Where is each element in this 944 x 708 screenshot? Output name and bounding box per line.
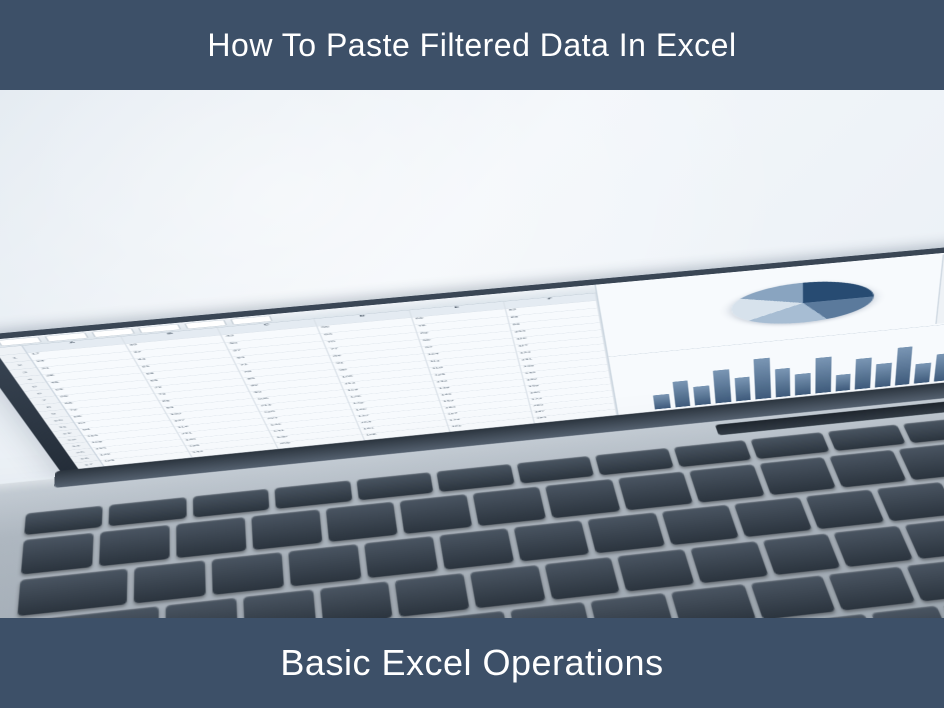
- key: [437, 464, 515, 492]
- key: [193, 489, 270, 518]
- key: [243, 589, 316, 618]
- title-banner: How To Paste Filtered Data In Excel: [0, 0, 944, 90]
- key: [617, 549, 694, 592]
- key: [871, 606, 944, 618]
- key: [876, 482, 944, 521]
- key: [166, 598, 238, 618]
- key: [762, 533, 841, 575]
- bar: [672, 380, 690, 407]
- bar: [835, 374, 851, 392]
- key: [617, 472, 692, 511]
- key: [750, 575, 836, 618]
- key: [673, 440, 751, 467]
- laptop-illustration: 123456789101112131415161718 ABCDEF173043…: [0, 90, 944, 618]
- key: [903, 417, 944, 443]
- key: [24, 506, 103, 535]
- key: [176, 517, 246, 558]
- key: [544, 557, 620, 600]
- key: [510, 602, 593, 618]
- bar: [734, 377, 751, 402]
- bar: [754, 358, 771, 399]
- key: [690, 541, 768, 583]
- key: [134, 560, 206, 603]
- key: [440, 528, 515, 570]
- key: [395, 573, 469, 617]
- key: [17, 568, 127, 616]
- key: [671, 584, 756, 618]
- key: [588, 512, 665, 553]
- key: [364, 536, 438, 578]
- key: [21, 533, 94, 575]
- key: [661, 505, 739, 545]
- hero-illustration: 123456789101112131415161718 ABCDEF173043…: [0, 90, 944, 618]
- key: [829, 450, 906, 488]
- bar: [875, 363, 892, 388]
- key: [898, 443, 944, 480]
- bar: [934, 353, 944, 381]
- key: [834, 526, 914, 567]
- pie-chart-graphic: [730, 276, 875, 329]
- key: [356, 472, 434, 500]
- key: [545, 479, 619, 518]
- key: [827, 424, 906, 451]
- key: [751, 432, 830, 459]
- bar: [894, 346, 912, 385]
- page-subtitle: Basic Excel Operations: [280, 642, 663, 684]
- key: [326, 502, 398, 542]
- key: [99, 525, 170, 566]
- key: [275, 480, 352, 509]
- key: [212, 552, 284, 595]
- bar: [775, 368, 791, 397]
- bar: [713, 369, 731, 403]
- bar: [653, 394, 670, 409]
- key: [470, 565, 545, 608]
- subtitle-banner: Basic Excel Operations: [0, 618, 944, 708]
- key: [109, 497, 186, 526]
- key: [319, 581, 393, 618]
- key: [289, 544, 362, 586]
- bar: [694, 385, 711, 405]
- key: [759, 457, 836, 495]
- key: [400, 494, 473, 534]
- key: [591, 593, 675, 618]
- bar: [855, 358, 872, 390]
- page-title: How To Paste Filtered Data In Excel: [207, 27, 736, 64]
- bar: [795, 373, 810, 395]
- key: [688, 464, 764, 502]
- key: [805, 489, 884, 529]
- key: [473, 486, 547, 526]
- key: [829, 567, 916, 611]
- side-panel: [935, 250, 944, 324]
- bar: [914, 363, 931, 384]
- key: [733, 497, 811, 537]
- key: [595, 448, 673, 475]
- key: [514, 520, 590, 561]
- key: [516, 456, 594, 484]
- key: [252, 509, 323, 550]
- bar: [815, 357, 831, 394]
